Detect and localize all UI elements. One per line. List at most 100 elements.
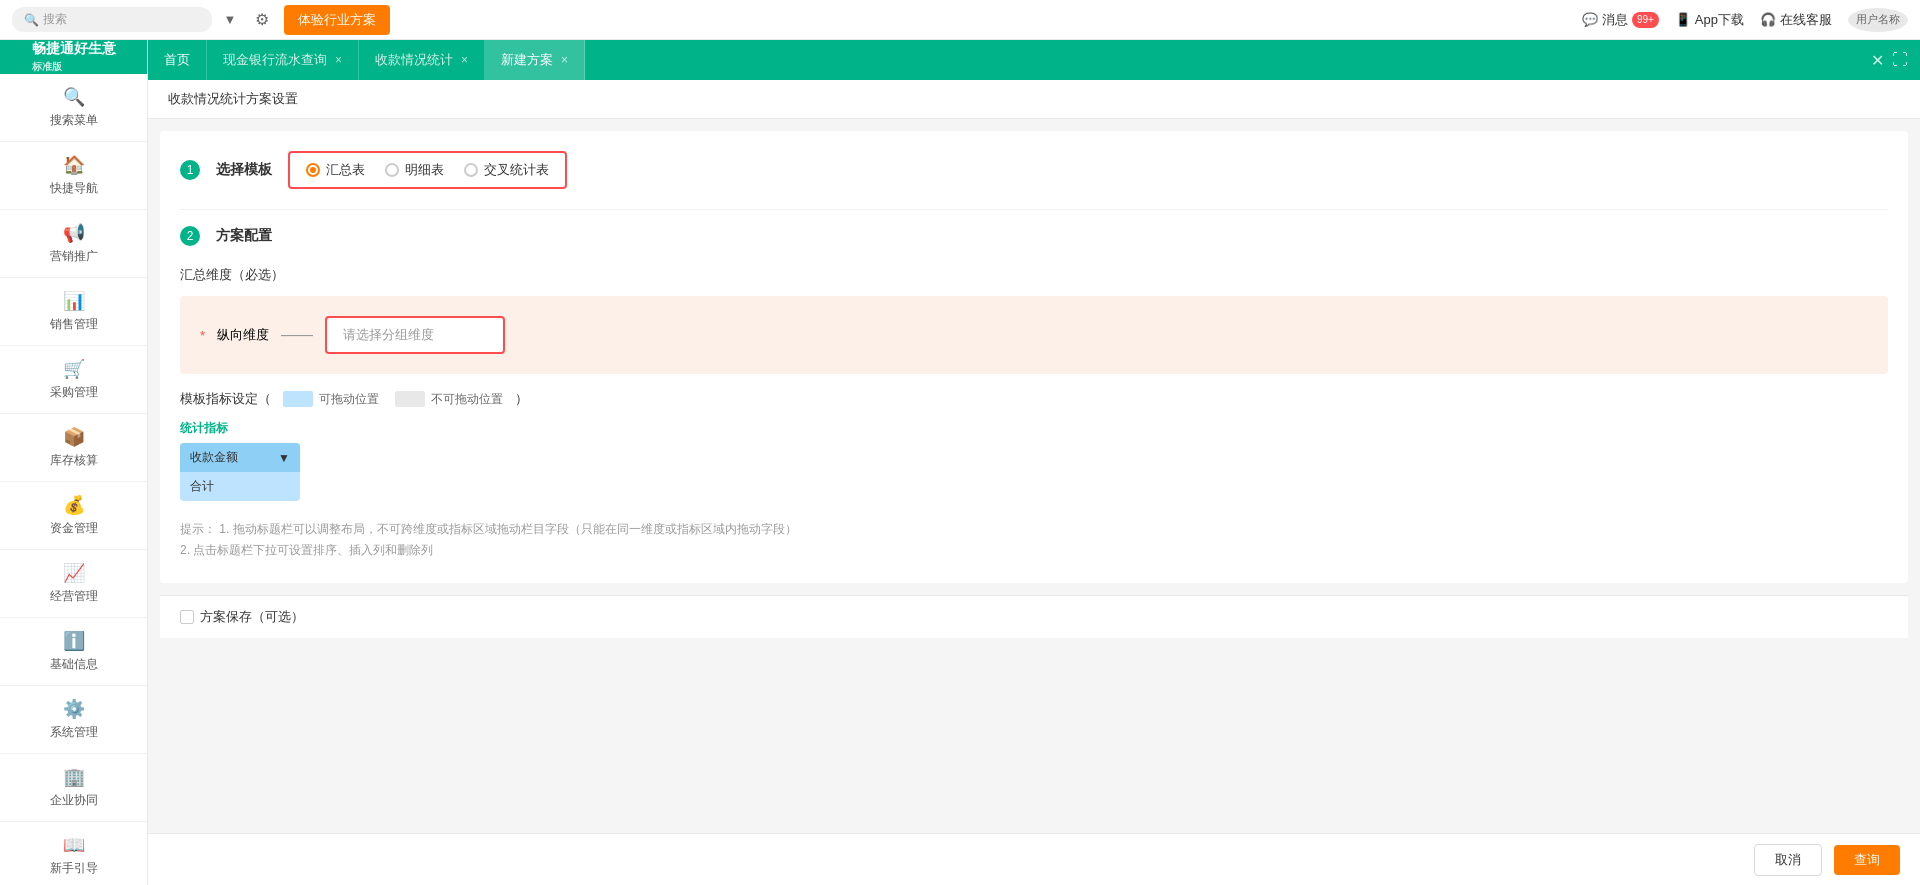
sidebar-item-purchase[interactable]: 🛒 采购管理 [0,346,147,414]
metric-card-total-label: 合计 [190,479,214,493]
sidebar-item-label-finance: 资金管理 [50,520,98,537]
tab-bank-flow-close-icon[interactable]: × [335,53,342,67]
search-icon: 🔍 [24,13,39,27]
finance-icon: 💰 [63,494,85,516]
sidebar-item-marketing[interactable]: 📢 营销推广 [0,210,147,278]
dimension-row-label: 纵向维度 [217,326,269,344]
sidebar-item-system[interactable]: ⚙️ 系统管理 [0,686,147,754]
search-dropdown-icon[interactable]: ▼ [220,10,240,30]
radio-detail-table[interactable]: 明细表 [385,161,444,179]
legend-non-draggable-item: 不可拖动位置 [395,391,503,408]
sidebar-item-operations[interactable]: 📈 经营管理 [0,550,147,618]
purchase-icon: 🛒 [63,358,85,380]
sidebar-item-label-sales: 销售管理 [50,316,98,333]
radio-summary-table-btn[interactable] [306,163,320,177]
sidebar-item-label-inventory: 库存核算 [50,452,98,469]
metrics-legend: 可拖动位置 不可拖动位置 [283,391,503,408]
save-checkbox[interactable] [180,610,194,624]
legend-draggable-item: 可拖动位置 [283,391,379,408]
cancel-button[interactable]: 取消 [1754,844,1822,876]
breadcrumb: 收款情况统计方案设置 [148,80,1920,119]
section1-row: 1 选择模板 汇总表 明细表 交叉统计表 [180,151,1888,189]
metric-card-collection-header[interactable]: 收款金额 ▼ [180,443,300,472]
legend-draggable-label: 可拖动位置 [319,391,379,408]
sidebar-item-basic[interactable]: ℹ️ 基础信息 [0,618,147,686]
dimension-row: * 纵向维度 —— 请选择分组维度 [200,316,1868,354]
tip1-text: 提示： 1. 拖动标题栏可以调整布局，不可跨维度或指标区域拖动栏目字段（只能在同… [180,521,1888,538]
radio-cross-table-label: 交叉统计表 [484,161,549,179]
form-section: 1 选择模板 汇总表 明细表 交叉统计表 [160,131,1908,583]
tab-collection-stats[interactable]: 收款情况统计 × [359,40,485,80]
sidebar-logo: 畅捷通好生意 标准版 [0,40,147,74]
dimension-area: * 纵向维度 —— 请选择分组维度 [180,296,1888,374]
download-item[interactable]: 📱 App下载 [1675,11,1744,29]
metrics-section-label: 统计指标 [180,420,1888,437]
sidebar-item-label-nav: 快捷导航 [50,180,98,197]
sidebar-item-inventory[interactable]: 📦 库存核算 [0,414,147,482]
sidebar: 畅捷通好生意 标准版 🔍 搜索菜单 🏠 快捷导航 📢 营销推广 📊 销售管理 🛒… [0,40,148,885]
radio-summary-table[interactable]: 汇总表 [306,161,365,179]
sidebar-item-sales[interactable]: 📊 销售管理 [0,278,147,346]
radio-cross-table-btn[interactable] [464,163,478,177]
top-bar: 🔍 搜索 ▼ ⚙ 体验行业方案 💬 消息 99+ 📱 App下载 🎧 在线客服 … [0,0,1920,40]
tab-close-window-icon[interactable]: ✕ [1871,51,1884,70]
bottom-action-bar: 取消 查询 [148,833,1920,885]
tab-new-plan-close-icon[interactable]: × [561,53,568,67]
settings-gear-icon[interactable]: ⚙ [248,6,276,34]
messages-badge: 99+ [1632,12,1659,28]
logo-text: 畅捷通好生意 [32,40,116,58]
sidebar-item-nav[interactable]: 🏠 快捷导航 [0,142,147,210]
dimension-selector[interactable]: 请选择分组维度 [325,316,505,354]
sidebar-item-label-marketing: 营销推广 [50,248,98,265]
dimension-selector-placeholder: 请选择分组维度 [343,327,434,342]
sidebar-item-enterprise[interactable]: 🏢 企业协同 [0,754,147,822]
tab-collection-stats-close-icon[interactable]: × [461,53,468,67]
section2-title: 方案配置 [216,227,272,245]
metrics-header: 模板指标设定（ 可拖动位置 不可拖动位置 [180,390,1888,408]
metrics-grid: 统计指标 收款金额 ▼ 合计 [180,420,1888,501]
tips-section: 提示： 1. 拖动标题栏可以调整布局，不可跨维度或指标区域拖动栏目字段（只能在同… [180,521,1888,559]
main-layout: 畅捷通好生意 标准版 🔍 搜索菜单 🏠 快捷导航 📢 营销推广 📊 销售管理 🛒… [0,40,1920,885]
tab-bank-flow[interactable]: 现金银行流水查询 × [207,40,359,80]
enterprise-icon: 🏢 [63,766,85,788]
page-content: 收款情况统计方案设置 1 选择模板 汇总表 明细表 [148,80,1920,885]
radio-detail-table-btn[interactable] [385,163,399,177]
tab-home[interactable]: 首页 [148,40,207,80]
messages-item[interactable]: 💬 消息 99+ [1582,11,1659,29]
legend-draggable-box [283,391,313,407]
sidebar-item-label-enterprise: 企业协同 [50,792,98,809]
metric-card-collection-body: 合计 [180,472,300,501]
section-divider [180,209,1888,210]
section1-num: 1 [180,160,200,180]
sidebar-item-search[interactable]: 🔍 搜索菜单 [0,74,147,142]
logo-sub: 标准版 [32,60,116,74]
support-label: 在线客服 [1780,11,1832,29]
radio-cross-table[interactable]: 交叉统计表 [464,161,549,179]
sidebar-item-guide[interactable]: 📖 新手引导 [0,822,147,885]
tab-maximize-icon[interactable]: ⛶ [1892,51,1908,69]
marketing-icon: 📢 [63,222,85,244]
tab-bar-right: ✕ ⛶ [1871,51,1920,70]
tab-new-plan[interactable]: 新建方案 × [485,40,585,80]
content-area: 首页 现金银行流水查询 × 收款情况统计 × 新建方案 × ✕ ⛶ 收款情况统计… [148,40,1920,885]
support-item[interactable]: 🎧 在线客服 [1760,11,1832,29]
metric-card-collection: 收款金额 ▼ 合计 [180,443,300,501]
top-search[interactable]: 🔍 搜索 [12,7,212,32]
section2-num: 2 [180,226,200,246]
metric-card-dropdown-icon[interactable]: ▼ [278,451,290,465]
sidebar-item-finance[interactable]: 💰 资金管理 [0,482,147,550]
save-checkbox-label: 方案保存（可选） [200,608,304,626]
download-label: App下载 [1695,11,1744,29]
save-checkbox-item[interactable]: 方案保存（可选） [180,608,304,626]
radio-summary-table-label: 汇总表 [326,161,365,179]
inventory-icon: 📦 [63,426,85,448]
industry-btn[interactable]: 体验行业方案 [284,5,390,35]
top-bar-right: 💬 消息 99+ 📱 App下载 🎧 在线客服 用户名称 [1582,8,1908,32]
messages-label: 消息 [1602,11,1628,29]
user-avatar[interactable]: 用户名称 [1848,8,1908,32]
download-icon: 📱 [1675,12,1691,27]
tab-bank-flow-label: 现金银行流水查询 [223,51,327,69]
section2-header-row: 2 方案配置 [180,226,1888,246]
query-button[interactable]: 查询 [1834,845,1900,875]
required-star: * [200,328,205,343]
